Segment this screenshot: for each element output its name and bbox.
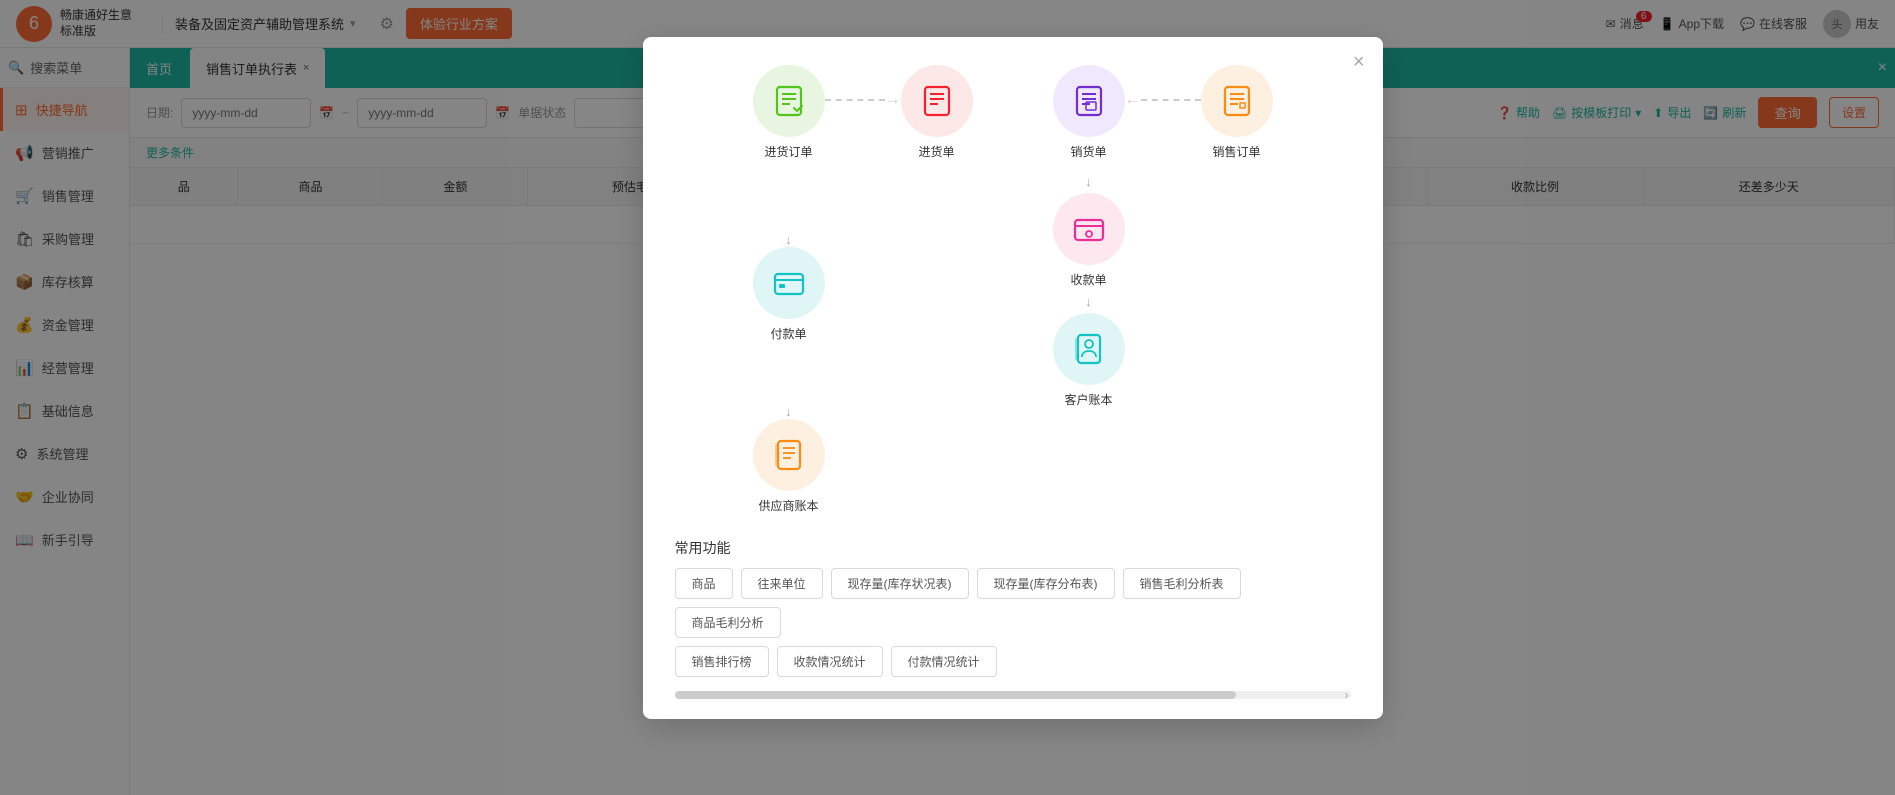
func-btn-counterparty[interactable]: 往来单位 [741, 568, 823, 599]
func-buttons-row2: 销售排行榜 收款情况统计 付款情况统计 [675, 646, 1351, 677]
quick-nav-modal: × 进货订单 ↓ [643, 37, 1383, 719]
purchase-slip-circle [901, 65, 973, 137]
supplier-ledger-circle [753, 419, 825, 491]
receipt-circle [1053, 193, 1125, 265]
func-btn-sales-profit[interactable]: 销售毛利分析表 [1123, 568, 1241, 599]
dashed-arrow-2 [1141, 99, 1201, 101]
func-btn-product-profit[interactable]: 商品毛利分析 [675, 607, 781, 638]
flow-node-supplier-ledger[interactable]: ↓ 供应商账本 [753, 404, 825, 514]
flow-col-sales-slip: 销货单 ↓ 收款单 ↓ [1053, 65, 1125, 408]
flow-node-receipt[interactable]: 收款单 [1053, 193, 1125, 288]
flow-col-purchase-slip: 进货单 [901, 65, 973, 160]
func-btn-stock-status[interactable]: 现存量(库存状况表) [831, 568, 969, 599]
func-btn-receipt-stats[interactable]: 收款情况统计 [777, 646, 883, 677]
modal-scrollbar-thumb [675, 691, 1236, 699]
purchase-order-circle [753, 65, 825, 137]
flow-node-customer-ledger[interactable]: 客户账本 [1053, 313, 1125, 408]
sales-order-circle [1201, 65, 1273, 137]
func-btn-sales-rank[interactable]: 销售排行榜 [675, 646, 769, 677]
flow-node-purchase-slip[interactable]: 进货单 [901, 65, 973, 160]
flow-node-sales-slip[interactable]: 销货单 [1053, 65, 1125, 160]
func-btn-stock-dist[interactable]: 现存量(库存分布表) [977, 568, 1115, 599]
common-functions-section: 常用功能 商品 往来单位 现存量(库存状况表) 现存量(库存分布表) 销售毛利分… [675, 538, 1351, 677]
func-btn-product[interactable]: 商品 [675, 568, 733, 599]
func-buttons-row1: 商品 往来单位 现存量(库存状况表) 现存量(库存分布表) 销售毛利分析表 商品… [675, 568, 1351, 638]
scroll-right-btn[interactable]: › [1343, 688, 1351, 702]
modal-close-btn[interactable]: × [1353, 51, 1365, 74]
flow-col-left: 进货订单 ↓ 付款单 ↓ [753, 65, 825, 514]
flow-node-payment[interactable]: ↓ 付款单 [753, 232, 825, 342]
modal-scrollbar[interactable]: › [675, 691, 1351, 699]
flow-col-sales-order: 销售订单 [1201, 65, 1273, 160]
customer-ledger-circle [1053, 313, 1125, 385]
common-funcs-title: 常用功能 [675, 538, 1351, 558]
payment-circle [753, 247, 825, 319]
sales-slip-circle [1053, 65, 1125, 137]
dashed-arrow-1 [825, 99, 885, 101]
flow-node-purchase-order[interactable]: 进货订单 [753, 65, 825, 160]
func-btn-payment-stats[interactable]: 付款情况统计 [891, 646, 997, 677]
flow-node-sales-order[interactable]: 销售订单 [1201, 65, 1273, 160]
modal-backdrop[interactable]: × 进货订单 ↓ [0, 0, 1895, 795]
flow-diagram: 进货订单 ↓ 付款单 ↓ [675, 65, 1351, 514]
